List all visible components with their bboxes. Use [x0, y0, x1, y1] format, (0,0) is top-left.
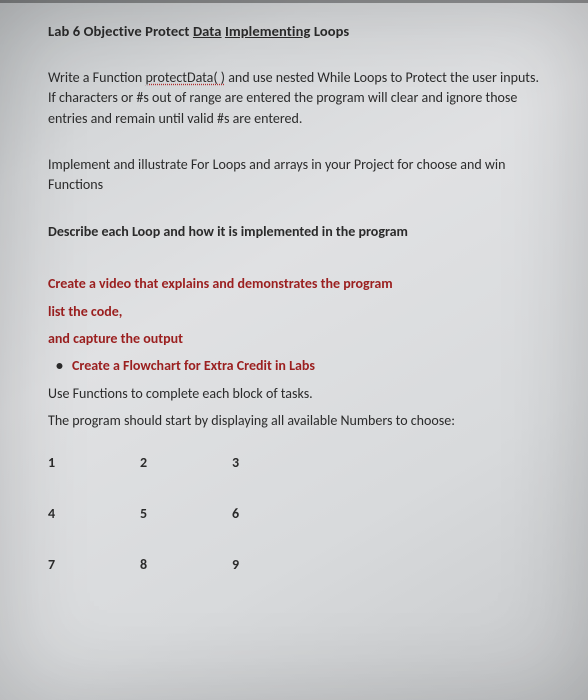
bullet-item: Create a Flowchart for Extra Credit in L…: [48, 352, 548, 379]
function-name: protectData( ): [145, 69, 225, 86]
grid-cell: 5: [140, 505, 220, 522]
grid-cell: 6: [232, 505, 312, 522]
grid-cell: 7: [48, 556, 128, 573]
title-pre: Lab 6 Objective Protect: [48, 22, 193, 40]
red-line-3: and capture the output: [48, 325, 548, 352]
grid-cell: 8: [140, 556, 220, 573]
bullet-text: Create a Flowchart for Extra Credit in L…: [72, 357, 315, 374]
grid-row: 4 5 6: [48, 505, 548, 522]
after-red-section: Use Functions to complete each block of …: [48, 380, 548, 435]
after-line-2: The program should start by displaying a…: [48, 407, 548, 434]
red-line-1: Create a video that explains and demonst…: [48, 270, 548, 297]
title-implementing-word: Implementing: [225, 22, 311, 40]
describe-heading: Describe each Loop and how it is impleme…: [48, 223, 548, 240]
grid-row: 7 8 9: [48, 556, 548, 573]
grid-cell: 1: [48, 454, 128, 471]
lab-title: Lab 6 Objective Protect Data Implementin…: [48, 22, 548, 40]
grid-cell: 4: [48, 505, 128, 522]
grid-cell: 2: [140, 454, 220, 471]
red-line-2: list the code,: [48, 298, 548, 325]
paragraph-1: Write a Function protectData( ) and use …: [48, 68, 548, 129]
title-data-word: Data: [193, 22, 222, 40]
p1-a: Write a Function: [48, 69, 145, 86]
grid-cell: 9: [232, 556, 312, 573]
red-section: Create a video that explains and demonst…: [48, 270, 548, 379]
after-line-1: Use Functions to complete each block of …: [48, 380, 548, 407]
number-grid: 1 2 3 4 5 6 7 8 9: [48, 454, 548, 573]
title-post: Loops: [310, 22, 349, 40]
grid-row: 1 2 3: [48, 454, 548, 471]
grid-cell: 3: [232, 454, 312, 471]
paragraph-2: Implement and illustrate For Loops and a…: [48, 155, 548, 196]
